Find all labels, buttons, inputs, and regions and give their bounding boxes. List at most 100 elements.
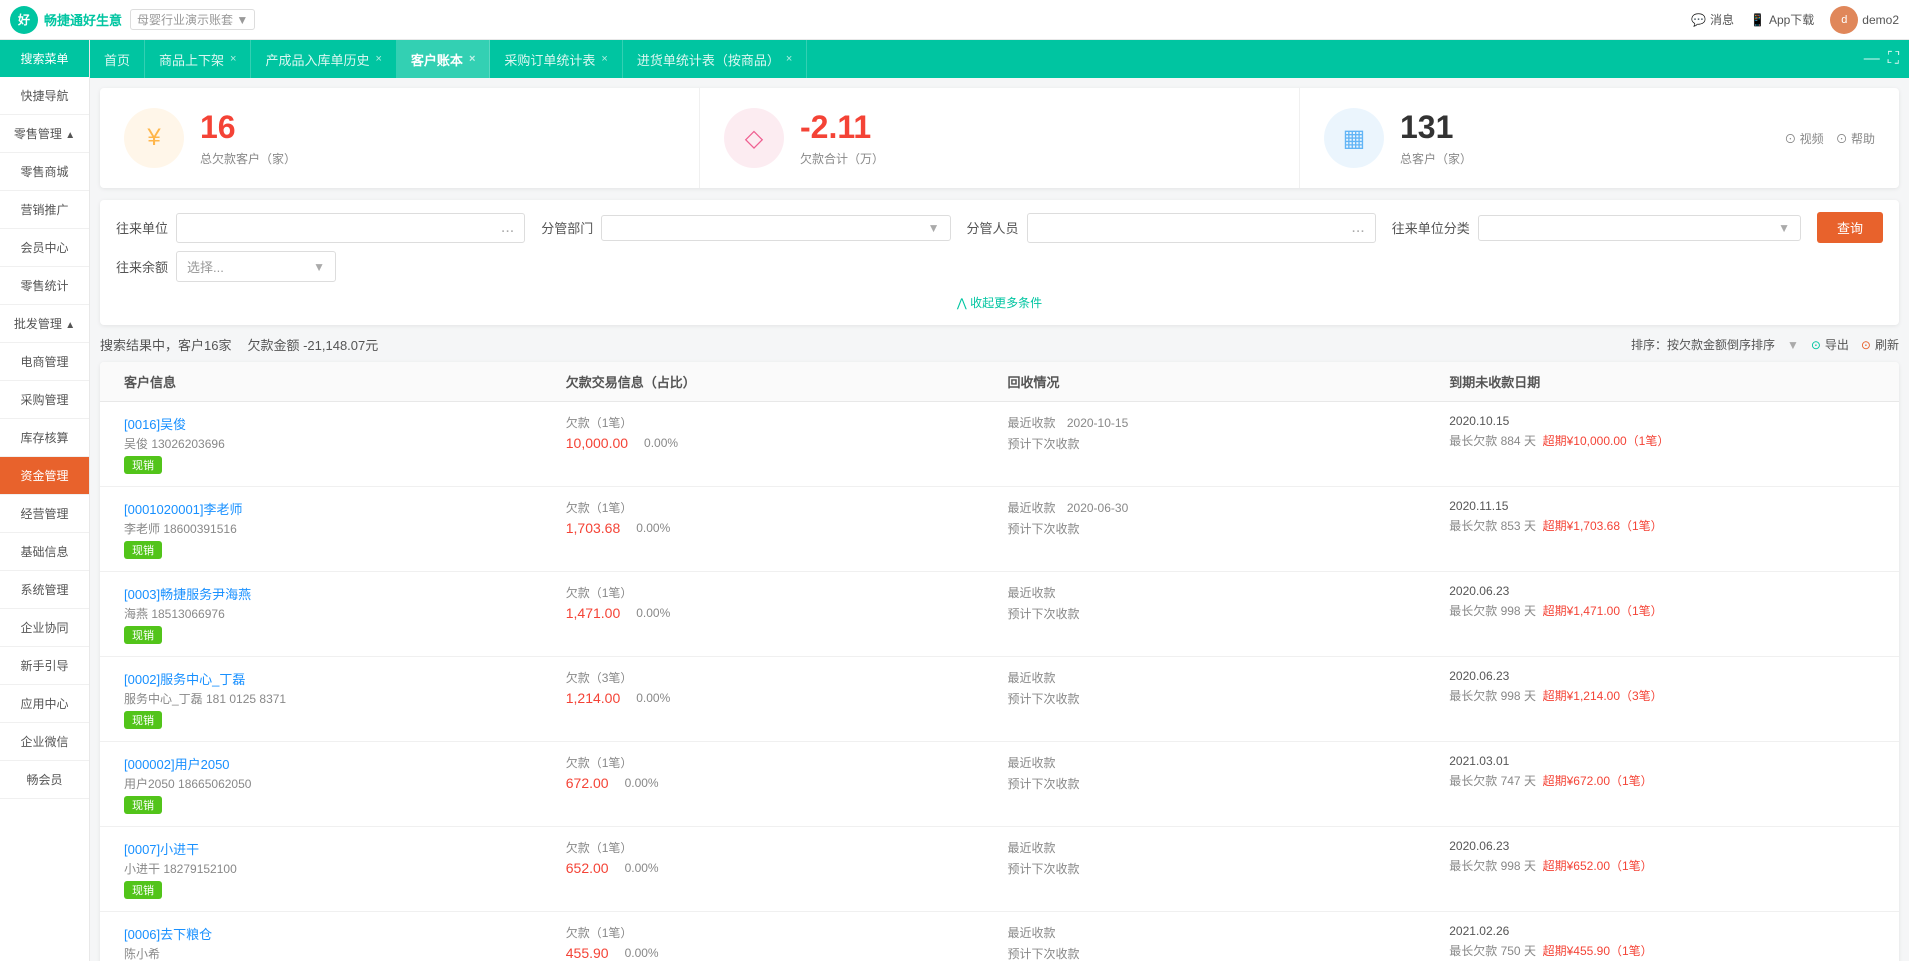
tab-minimize-icon[interactable]: —	[1864, 50, 1880, 68]
overdue-link[interactable]: 超期¥1,471.00（1笔）	[1543, 604, 1663, 618]
unit-class-select[interactable]: ▼	[1478, 215, 1801, 241]
tab-close-icon-4[interactable]: ×	[601, 53, 607, 65]
export-button[interactable]: ⊙ 导出	[1811, 336, 1849, 353]
collapse-bar[interactable]: ⋀ 收起更多条件	[116, 290, 1883, 313]
from-unit-input[interactable]: ...	[176, 213, 525, 243]
tab-customer-ledger[interactable]: 客户账本 ×	[397, 40, 490, 78]
sidebar-item-ops[interactable]: 经营管理	[0, 495, 89, 533]
tab-close-icon[interactable]: ×	[230, 53, 236, 65]
tab-bar: 首页 商品上下架 × 产成品入库单历史 × 客户账本 × 采购订单统计表 × 进…	[90, 40, 1909, 78]
refresh-button[interactable]: ⊙ 刷新	[1861, 336, 1899, 353]
sidebar-item-member[interactable]: 会员中心	[0, 229, 89, 267]
table-row: [0016]吴俊 吴俊 13026203696 现销 欠款（1笔） 10,000…	[100, 402, 1899, 487]
table-row: [0002]服务中心_丁磊 服务中心_丁磊 181 0125 8371 现销 欠…	[100, 657, 1899, 742]
owed-customers-label: 总欠款客户（家）	[200, 150, 296, 167]
balance-select[interactable]: 选择... ▼	[176, 251, 336, 282]
overdue-link[interactable]: 超期¥10,000.00（1笔）	[1543, 434, 1670, 448]
person-input[interactable]: ...	[1027, 213, 1376, 243]
tab-home[interactable]: 首页	[90, 40, 145, 78]
overdue-link[interactable]: 超期¥455.90（1笔）	[1543, 944, 1653, 958]
debt-pct: 0.00%	[636, 606, 670, 620]
sidebar-item-purchase[interactable]: 采购管理	[0, 381, 89, 419]
debt-pct: 0.00%	[636, 521, 670, 535]
query-button[interactable]: 查询	[1817, 212, 1883, 243]
from-unit-field[interactable]	[187, 220, 501, 235]
next-payment: 预计下次收款	[1008, 860, 1434, 877]
chevron-down-icon-3: ▼	[313, 260, 325, 274]
debt-count: 欠款（1笔）	[566, 924, 992, 941]
app-download-button[interactable]: 📱 App下载	[1750, 11, 1814, 28]
cell-debt-info: 欠款（1笔） 672.00 0.00%	[558, 754, 1000, 791]
overdue-days: 最长欠款 998 天 超期¥1,214.00（3笔）	[1449, 687, 1875, 704]
tab-product-offshelf[interactable]: 商品上下架 ×	[145, 40, 251, 78]
customer-name[interactable]: [0006]去下粮仓	[124, 924, 550, 943]
user-menu[interactable]: d demo2	[1830, 6, 1899, 34]
latest-payment: 最近收款	[1008, 839, 1434, 856]
customer-name[interactable]: [0002]服务中心_丁磊	[124, 669, 550, 688]
card-top-right: ⊙ 视频 ⊙ 帮助	[1784, 130, 1875, 147]
next-payment: 预计下次收款	[1008, 690, 1434, 707]
debt-amount: 1,471.00	[566, 605, 621, 621]
filter-dept: 分管部门 ▼	[541, 215, 950, 241]
sidebar-item-wecom[interactable]: 企业微信	[0, 723, 89, 761]
debt-amount: 1,703.68	[566, 520, 621, 536]
tab-close-icon-2[interactable]: ×	[375, 53, 381, 65]
tab-instock-stats[interactable]: 进货单统计表（按商品） ×	[623, 40, 807, 78]
customer-phone: 服务中心_丁磊 181 0125 8371	[124, 690, 550, 707]
customer-name[interactable]: [0001020001]李老师	[124, 499, 550, 518]
sidebar-item-basic[interactable]: 基础信息	[0, 533, 89, 571]
table-row: [000002]用户2050 用户2050 18665062050 现销 欠款（…	[100, 742, 1899, 827]
message-icon: 💬	[1691, 13, 1706, 27]
sidebar-item-guide[interactable]: 新手引导	[0, 647, 89, 685]
chevron-down-icon: ▼	[928, 221, 940, 235]
cell-recovery: 最近收款 2020-10-15 预计下次收款	[1000, 414, 1442, 452]
latest-payment: 最近收款	[1008, 924, 1434, 941]
tab-maximize-icon[interactable]: ⛶	[1888, 50, 1899, 68]
tab-prod-instock[interactable]: 产成品入库单历史 ×	[251, 40, 396, 78]
customer-phone: 海燕 18513066976	[124, 605, 550, 622]
sidebar-item-batch-mgmt[interactable]: 批发管理 ▲	[0, 305, 89, 343]
cell-debt-info: 欠款（3笔） 1,214.00 0.00%	[558, 669, 1000, 706]
tab-purchase-order[interactable]: 采购订单统计表 ×	[490, 40, 622, 78]
sidebar-item-system[interactable]: 系统管理	[0, 571, 89, 609]
sidebar: 搜索菜单 快捷导航 零售管理 ▲ 零售商城 营销推广 会员中心 零售统计 批发管…	[0, 40, 90, 961]
sidebar-item-finance[interactable]: 资金管理	[0, 457, 89, 495]
sidebar-item-retail-stats[interactable]: 零售统计	[0, 267, 89, 305]
sidebar-item-quick-nav[interactable]: 快捷导航	[0, 77, 89, 115]
sidebar-search[interactable]: 搜索菜单	[0, 40, 89, 77]
customer-name[interactable]: [0003]畅捷服务尹海燕	[124, 584, 550, 603]
overdue-link[interactable]: 超期¥1,214.00（3笔）	[1543, 689, 1663, 703]
sidebar-item-app-center[interactable]: 应用中心	[0, 685, 89, 723]
sidebar-item-enterprise[interactable]: 企业协同	[0, 609, 89, 647]
logo-icon: 好	[10, 6, 38, 34]
sidebar-item-ecommerce[interactable]: 电商管理	[0, 343, 89, 381]
sidebar-item-inventory[interactable]: 库存核算	[0, 419, 89, 457]
card-icon-diamond: ◇	[724, 108, 784, 168]
overdue-link[interactable]: 超期¥652.00（1笔）	[1543, 859, 1653, 873]
message-button[interactable]: 💬 消息	[1691, 11, 1734, 28]
demo-selector[interactable]: 母婴行业演示账套 ▼	[130, 9, 255, 30]
dept-select[interactable]: ▼	[601, 215, 950, 241]
overdue-link[interactable]: 超期¥1,703.68（1笔）	[1543, 519, 1663, 533]
sidebar-item-member2[interactable]: 畅会员	[0, 761, 89, 799]
sidebar-item-marketing[interactable]: 营销推广	[0, 191, 89, 229]
sidebar-item-retail-mall[interactable]: 零售商城	[0, 153, 89, 191]
video-link[interactable]: ⊙ 视频	[1784, 130, 1823, 147]
card-owed-customers: ¥ 16 总欠款客户（家）	[100, 88, 700, 188]
customer-name[interactable]: [0016]吴俊	[124, 414, 550, 433]
help-link[interactable]: ⊙ 帮助	[1836, 130, 1875, 147]
debt-count: 欠款（1笔）	[566, 499, 992, 516]
due-date: 2020.06.23	[1449, 669, 1875, 683]
person-field[interactable]	[1038, 220, 1352, 235]
results-info: 搜索结果中，客户16家 欠款金额 -21,148.07元	[100, 335, 378, 354]
cell-due-date: 2020.06.23 最长欠款 998 天 超期¥1,214.00（3笔）	[1441, 669, 1883, 704]
cell-debt-info: 欠款（1笔） 455.90 0.00%	[558, 924, 1000, 961]
customer-name[interactable]: [000002]用户2050	[124, 754, 550, 773]
cell-recovery: 最近收款 2020-06-30 预计下次收款	[1000, 499, 1442, 537]
tab-close-icon-5[interactable]: ×	[786, 53, 792, 65]
overdue-link[interactable]: 超期¥672.00（1笔）	[1543, 774, 1653, 788]
tab-close-icon-3[interactable]: ×	[469, 53, 475, 65]
customer-name[interactable]: [0007]小进干	[124, 839, 550, 858]
latest-payment: 最近收款	[1008, 584, 1434, 601]
sidebar-item-retail-mgmt[interactable]: 零售管理 ▲	[0, 115, 89, 153]
